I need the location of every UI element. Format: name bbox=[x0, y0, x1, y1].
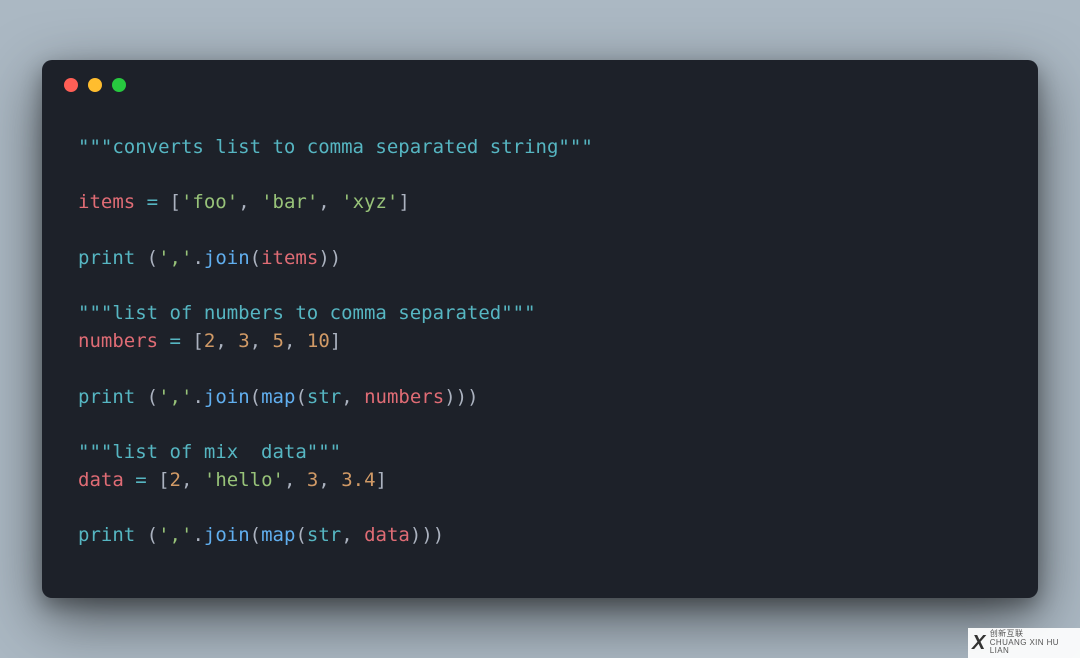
identifier: numbers bbox=[78, 330, 158, 352]
comma: , bbox=[318, 191, 341, 213]
comma: , bbox=[181, 469, 204, 491]
string-literal: ',' bbox=[158, 524, 192, 546]
watermark-logo-icon: X bbox=[972, 632, 986, 655]
number-literal: 3 bbox=[307, 469, 318, 491]
bracket: [ bbox=[158, 469, 169, 491]
identifier: items bbox=[78, 191, 135, 213]
operator: = bbox=[135, 191, 169, 213]
comma: , bbox=[284, 469, 307, 491]
bracket: ] bbox=[330, 330, 341, 352]
identifier: data bbox=[364, 524, 410, 546]
identifier: numbers bbox=[364, 386, 444, 408]
string-literal: 'hello' bbox=[204, 469, 284, 491]
comma: , bbox=[238, 191, 261, 213]
watermark: X 创新互联 CHUANG XIN HU LIAN bbox=[968, 628, 1080, 658]
minimize-icon[interactable] bbox=[88, 78, 102, 92]
comma: , bbox=[250, 330, 273, 352]
comma: , bbox=[341, 386, 364, 408]
string-literal: 'xyz' bbox=[341, 191, 398, 213]
builtin-map: map bbox=[261, 524, 295, 546]
method-join: join bbox=[204, 524, 250, 546]
builtin-map: map bbox=[261, 386, 295, 408]
dot: . bbox=[192, 386, 203, 408]
number-literal: 2 bbox=[170, 469, 181, 491]
string-literal: ',' bbox=[158, 386, 192, 408]
docstring: """converts list to comma separated stri… bbox=[78, 136, 593, 158]
number-literal: 2 bbox=[204, 330, 215, 352]
maximize-icon[interactable] bbox=[112, 78, 126, 92]
watermark-label-en: CHUANG XIN HU LIAN bbox=[990, 638, 1059, 656]
paren: ( bbox=[295, 524, 306, 546]
bracket: [ bbox=[170, 191, 181, 213]
builtin-str: str bbox=[307, 386, 341, 408]
dot: . bbox=[192, 524, 203, 546]
paren: ( bbox=[250, 524, 261, 546]
space bbox=[135, 247, 146, 269]
paren: ( bbox=[147, 247, 158, 269]
comma: , bbox=[318, 469, 341, 491]
paren: )) bbox=[318, 247, 341, 269]
watermark-text: 创新互联 CHUANG XIN HU LIAN bbox=[990, 630, 1080, 656]
comma: , bbox=[215, 330, 238, 352]
paren: ))) bbox=[410, 524, 444, 546]
identifier: data bbox=[78, 469, 124, 491]
code-editor-window: """converts list to comma separated stri… bbox=[42, 60, 1038, 598]
builtin-print: print bbox=[78, 247, 135, 269]
dot: . bbox=[192, 247, 203, 269]
operator: = bbox=[124, 469, 158, 491]
close-icon[interactable] bbox=[64, 78, 78, 92]
space bbox=[135, 524, 146, 546]
operator: = bbox=[158, 330, 192, 352]
method-join: join bbox=[204, 247, 250, 269]
builtin-print: print bbox=[78, 524, 135, 546]
paren: ( bbox=[147, 386, 158, 408]
comma: , bbox=[284, 330, 307, 352]
number-literal: 3.4 bbox=[341, 469, 375, 491]
string-literal: ',' bbox=[158, 247, 192, 269]
watermark-label-cn: 创新互联 bbox=[990, 629, 1024, 638]
builtin-str: str bbox=[307, 524, 341, 546]
builtin-print: print bbox=[78, 386, 135, 408]
paren: ))) bbox=[444, 386, 478, 408]
string-literal: 'foo' bbox=[181, 191, 238, 213]
docstring: """list of mix data""" bbox=[78, 441, 341, 463]
comma: , bbox=[341, 524, 364, 546]
space bbox=[135, 386, 146, 408]
number-literal: 5 bbox=[273, 330, 284, 352]
paren: ( bbox=[295, 386, 306, 408]
string-literal: 'bar' bbox=[261, 191, 318, 213]
docstring: """list of numbers to comma separated""" bbox=[78, 302, 536, 324]
window-titlebar bbox=[42, 60, 1038, 110]
paren: ( bbox=[147, 524, 158, 546]
paren: ( bbox=[250, 247, 261, 269]
bracket: [ bbox=[192, 330, 203, 352]
paren: ( bbox=[250, 386, 261, 408]
method-join: join bbox=[204, 386, 250, 408]
bracket: ] bbox=[376, 469, 387, 491]
identifier: items bbox=[261, 247, 318, 269]
number-literal: 3 bbox=[238, 330, 249, 352]
code-block: """converts list to comma separated stri… bbox=[42, 110, 1038, 574]
bracket: ] bbox=[398, 191, 409, 213]
number-literal: 10 bbox=[307, 330, 330, 352]
